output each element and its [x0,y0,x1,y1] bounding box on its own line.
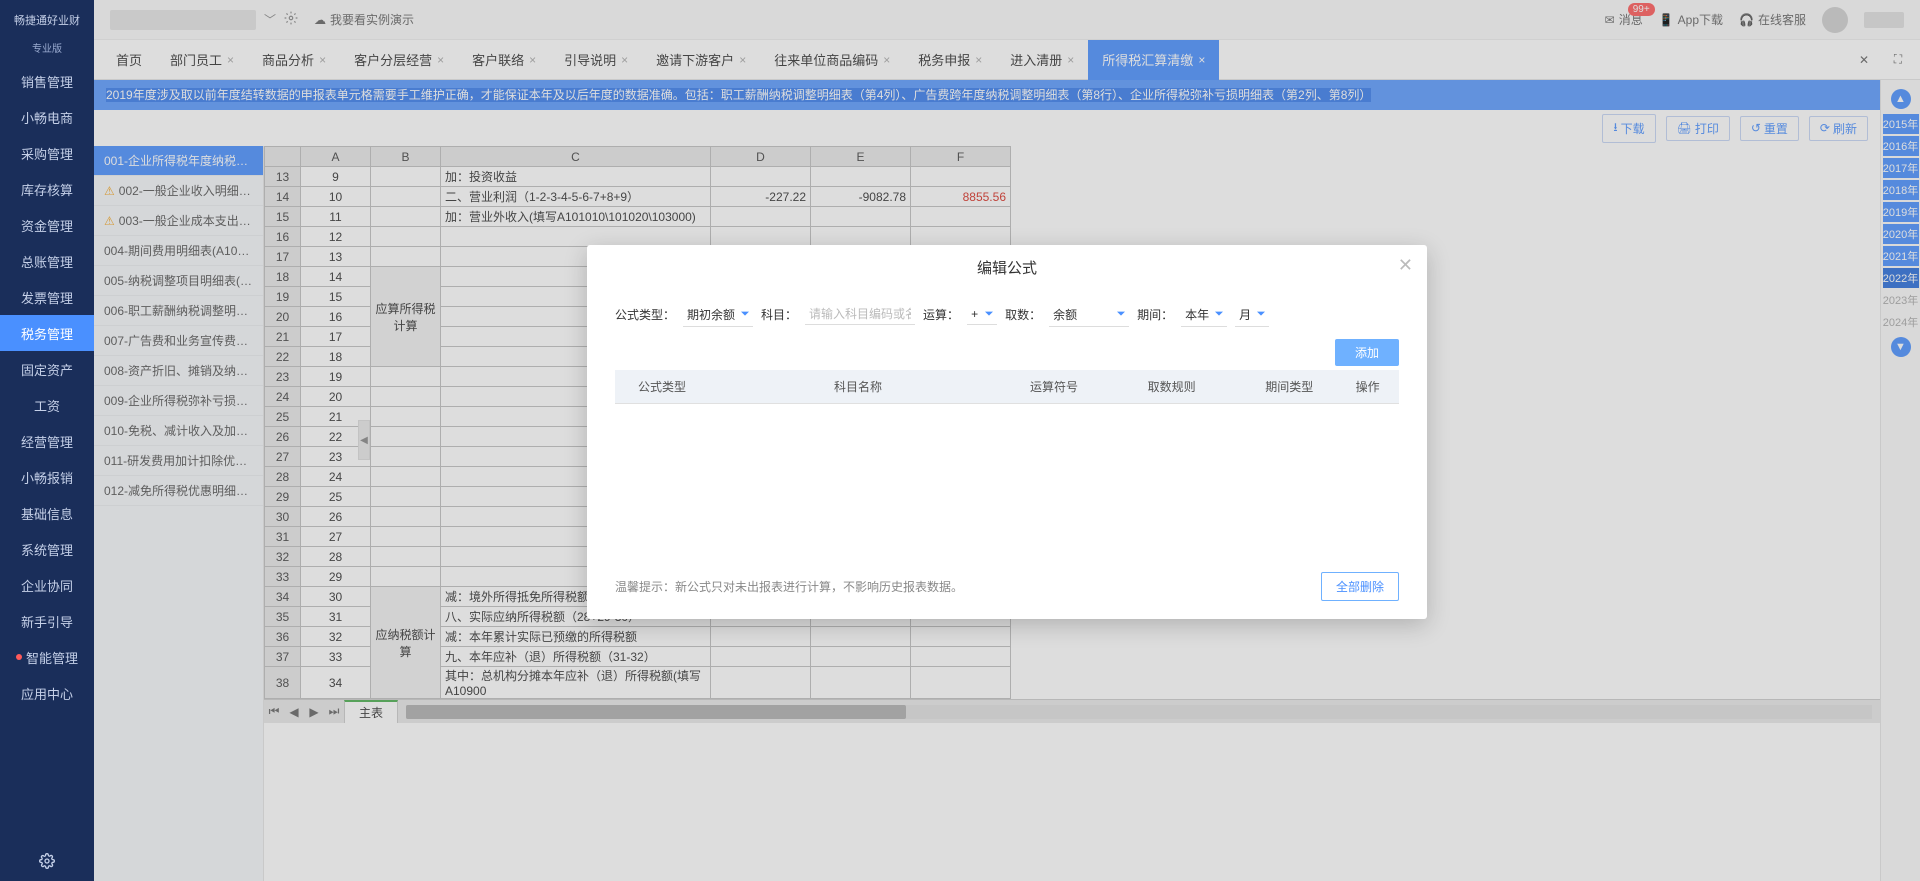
formula-type-label: 公式类型： [615,306,675,323]
tip-text: 温馨提示：新公式只对未出报表进行计算，不影响历史报表数据。 [615,578,963,595]
modal-title: 编辑公式 [977,257,1037,278]
col-header: 运算符号 [1007,370,1101,404]
brand-logo: 畅捷通好业财 [0,0,94,40]
close-icon[interactable]: ✕ [1398,255,1413,276]
sidebar-item-12[interactable]: 基础信息 [0,495,94,531]
period-month-select[interactable]: 月 [1235,303,1269,327]
formula-type-select[interactable]: 期初余额 [683,303,753,327]
sidebar-item-0[interactable]: 销售管理 [0,63,94,99]
sidebar-item-11[interactable]: 小畅报销 [0,459,94,495]
fetch-select[interactable]: 余额 [1049,303,1129,327]
sidebar-item-13[interactable]: 系统管理 [0,531,94,567]
col-header: 科目名称 [709,370,1007,404]
sidebar-item-2[interactable]: 采购管理 [0,135,94,171]
add-button[interactable]: 添加 [1335,339,1399,366]
sidebar-item-15[interactable]: 新手引导 [0,603,94,639]
sidebar-item-5[interactable]: 总账管理 [0,243,94,279]
sidebar-item-4[interactable]: 资金管理 [0,207,94,243]
sidebar-item-6[interactable]: 发票管理 [0,279,94,315]
sidebar-item-9[interactable]: 工资 [0,387,94,423]
sidebar-item-3[interactable]: 库存核算 [0,171,94,207]
sidebar-item-14[interactable]: 企业协同 [0,567,94,603]
sidebar-item-7[interactable]: 税务管理 [0,315,94,351]
operator-select[interactable]: + [967,304,997,325]
sidebar-item-8[interactable]: 固定资产 [0,351,94,387]
sidebar-item-10[interactable]: 经营管理 [0,423,94,459]
col-header: 操作 [1336,370,1399,404]
edit-formula-modal: 编辑公式 ✕ 公式类型： 期初余额 科目： 运算： + 取数： 余额 期间： 本… [587,245,1427,619]
sidebar-item-17[interactable]: 应用中心 [0,675,94,711]
delete-all-button[interactable]: 全部删除 [1321,572,1399,601]
fetch-label: 取数： [1005,306,1041,323]
gear-icon[interactable] [0,841,94,881]
formula-table: 公式类型科目名称运算符号取数规则期间类型操作 [615,370,1399,404]
period-label: 期间： [1137,306,1173,323]
period-year-select[interactable]: 本年 [1181,303,1227,327]
left-sidebar: 畅捷通好业财 专业版 销售管理小畅电商采购管理库存核算资金管理总账管理发票管理税… [0,0,94,881]
sidebar-item-16[interactable]: 智能管理 [0,639,94,675]
col-header: 期间类型 [1242,370,1336,404]
subject-input[interactable] [805,304,915,325]
subject-label: 科目： [761,306,797,323]
brand-sub: 专业版 [0,40,94,63]
sidebar-item-1[interactable]: 小畅电商 [0,99,94,135]
operator-label: 运算： [923,306,959,323]
col-header: 公式类型 [615,370,709,404]
col-header: 取数规则 [1101,370,1242,404]
